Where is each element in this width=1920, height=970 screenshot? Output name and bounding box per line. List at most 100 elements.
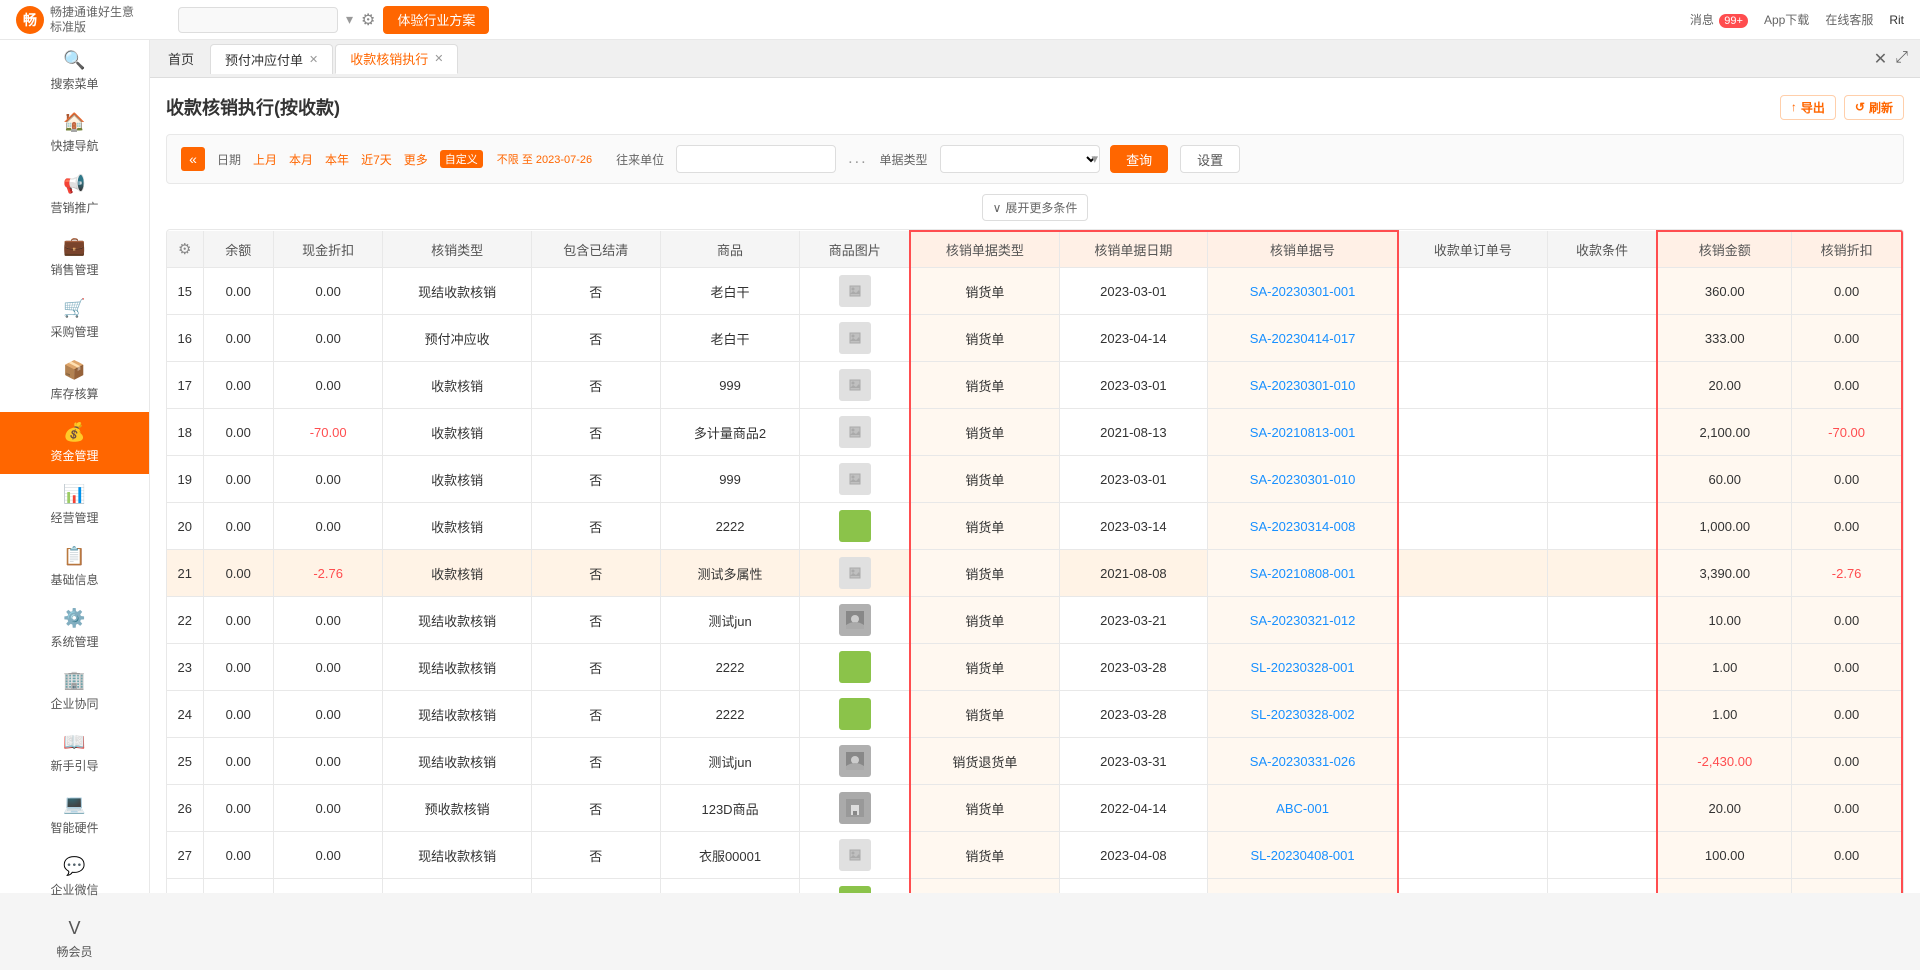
writeoff-order-type-val: 销货单 xyxy=(910,550,1059,597)
writeoff-no-val[interactable]: SA-20230301-010 xyxy=(1208,456,1398,503)
order-type-select[interactable]: 销货单 销货退货单 xyxy=(940,145,1100,173)
sidebar-item-corp[interactable]: 🏢 企业协同 xyxy=(0,660,149,722)
writeoff-no-val[interactable]: SL-20230418-001 xyxy=(1208,879,1398,894)
logo-icon: 畅 xyxy=(16,6,44,34)
row-number: 21 xyxy=(167,550,203,597)
writeoff-date-val: 2021-08-08 xyxy=(1059,550,1207,597)
cash-discount-val: 0.00 xyxy=(273,879,382,894)
include-settled-val: 否 xyxy=(531,268,660,315)
this-year-link[interactable]: 本年 xyxy=(325,151,349,168)
writeoff-no-val[interactable]: SL-20230328-002 xyxy=(1208,691,1398,738)
query-button[interactable]: 查询 xyxy=(1110,145,1168,173)
goods-image xyxy=(839,698,871,730)
tab-prepay-label: 预付冲应付单 xyxy=(225,50,303,69)
last-7days-link[interactable]: 近7天 xyxy=(361,151,392,168)
writeoff-date-val: 2023-03-01 xyxy=(1059,362,1207,409)
th-settings[interactable]: ⚙ xyxy=(167,231,203,268)
dropdown-icon[interactable]: ▾ xyxy=(346,11,353,28)
tab-close-window[interactable]: ✕ xyxy=(1874,49,1887,69)
writeoff-type-val: 收款核销 xyxy=(383,409,531,456)
separator2: ... xyxy=(848,150,867,168)
th-writeoff-discount: 核销折扣 xyxy=(1792,231,1902,268)
sidebar-item-wechat[interactable]: 💬 企业微信 xyxy=(0,846,149,908)
settings-icon[interactable]: ⚙ xyxy=(361,10,375,30)
cash-discount-val: 0.00 xyxy=(273,691,382,738)
balance-val: 0.00 xyxy=(203,268,273,315)
setting-button[interactable]: 设置 xyxy=(1180,145,1240,173)
receipt-condition-val xyxy=(1547,362,1657,409)
sidebar-item-sales[interactable]: 💼 销售管理 xyxy=(0,226,149,288)
sidebar-item-purchase[interactable]: 🛒 采购管理 xyxy=(0,288,149,350)
sidebar-item-member[interactable]: V 畅会员 xyxy=(0,908,149,970)
writeoff-no-val[interactable]: SA-20210813-001 xyxy=(1208,409,1398,456)
writeoff-discount-val: 0.00 xyxy=(1792,503,1902,550)
writeoff-no-val[interactable]: SA-20230301-001 xyxy=(1208,268,1398,315)
refresh-btn[interactable]: ↺ 刷新 xyxy=(1844,95,1904,120)
sidebar-item-business[interactable]: 📊 经营管理 xyxy=(0,474,149,536)
writeoff-no-val[interactable]: SA-20230314-008 xyxy=(1208,503,1398,550)
more-link[interactable]: 更多 xyxy=(404,151,428,168)
sidebar-item-inventory[interactable]: 📦 库存核算 xyxy=(0,350,149,412)
writeoff-no-val[interactable]: SA-20210808-001 xyxy=(1208,550,1398,597)
last-month-link[interactable]: 上月 xyxy=(253,151,277,168)
search-input[interactable] xyxy=(178,7,338,33)
table-row: 160.000.00预付冲应收否老白干销货单2023-04-14SA-20230… xyxy=(167,315,1902,362)
sidebar-item-guide[interactable]: 📖 新手引导 xyxy=(0,722,149,784)
trial-btn[interactable]: 体验行业方案 xyxy=(383,6,489,34)
top-bar: 畅 畅捷通谁好生意 标准版 ▾ ⚙ 体验行业方案 消息 99+ App下载 在线… xyxy=(0,0,1920,40)
sidebar-label-marketing: 营销推广 xyxy=(50,199,98,216)
from-unit-input[interactable] xyxy=(676,145,836,173)
tab-home[interactable]: 首页 xyxy=(154,44,208,74)
writeoff-no-val[interactable]: SL-20230408-001 xyxy=(1208,832,1398,879)
goods-image xyxy=(839,604,871,636)
include-settled-val: 否 xyxy=(531,879,660,894)
messages-link[interactable]: 消息 99+ xyxy=(1690,11,1748,28)
custom-btn[interactable]: 自定义 xyxy=(440,150,483,168)
sidebar-label-inventory: 库存核算 xyxy=(50,385,98,402)
filter-collapse-btn[interactable]: « xyxy=(181,147,205,171)
user-label[interactable]: Rit xyxy=(1889,13,1904,27)
app-download-link[interactable]: App下载 xyxy=(1764,11,1809,28)
tab-writeoff-label: 收款核销执行 xyxy=(350,49,428,68)
writeoff-no-val[interactable]: SA-20230414-017 xyxy=(1208,315,1398,362)
receipt-order-no-val xyxy=(1398,785,1547,832)
sidebar-item-system[interactable]: ⚙️ 系统管理 xyxy=(0,598,149,660)
writeoff-no-val[interactable]: SL-20230328-001 xyxy=(1208,644,1398,691)
guide-icon: 📖 xyxy=(63,732,85,753)
include-settled-val: 否 xyxy=(531,785,660,832)
goods-img-val xyxy=(800,691,910,738)
sidebar-item-search[interactable]: 🔍 搜索菜单 xyxy=(0,40,149,102)
writeoff-date-val: 2023-03-28 xyxy=(1059,644,1207,691)
tab-prepay-close[interactable]: ✕ xyxy=(309,53,318,66)
goods-img-val xyxy=(800,409,910,456)
writeoff-discount-val: 0.00 xyxy=(1792,832,1902,879)
writeoff-amount-val: 333.00 xyxy=(1657,315,1791,362)
tab-maximize[interactable]: ⤢ xyxy=(1895,49,1908,69)
writeoff-type-val: 收款核销 xyxy=(383,456,531,503)
goods-val: 衣服00001 xyxy=(660,832,800,879)
tab-writeoff[interactable]: 收款核销执行 ✕ xyxy=(335,44,458,74)
writeoff-discount-val: -2.76 xyxy=(1792,550,1902,597)
writeoff-no-val[interactable]: SA-20230331-026 xyxy=(1208,738,1398,785)
online-service-link[interactable]: 在线客服 xyxy=(1825,11,1873,28)
table-settings-icon[interactable]: ⚙ xyxy=(178,241,191,258)
sidebar-item-marketing[interactable]: 📢 营销推广 xyxy=(0,164,149,226)
writeoff-discount-val: 0.00 xyxy=(1792,879,1902,894)
sidebar-item-basic[interactable]: 📋 基础信息 xyxy=(0,536,149,598)
sidebar-item-finance[interactable]: 💰 资金管理 xyxy=(0,412,149,474)
tab-prepay[interactable]: 预付冲应付单 ✕ xyxy=(210,44,333,74)
sales-icon: 💼 xyxy=(63,236,85,257)
writeoff-no-val[interactable]: SA-20230321-012 xyxy=(1208,597,1398,644)
sidebar-item-quicknav[interactable]: 🏠 快捷导航 xyxy=(0,102,149,164)
tab-writeoff-close[interactable]: ✕ xyxy=(434,52,443,65)
goods-val: 测试多属性 xyxy=(660,550,800,597)
writeoff-no-val[interactable]: SA-20230301-010 xyxy=(1208,362,1398,409)
sidebar-item-hardware[interactable]: 💻 智能硬件 xyxy=(0,784,149,846)
writeoff-discount-val: 0.00 xyxy=(1792,456,1902,503)
expand-conditions-btn[interactable]: ∨ 展开更多条件 xyxy=(982,194,1089,221)
this-month-link[interactable]: 本月 xyxy=(289,151,313,168)
writeoff-no-val[interactable]: ABC-001 xyxy=(1208,785,1398,832)
receipt-order-no-val xyxy=(1398,409,1547,456)
receipt-order-no-val xyxy=(1398,315,1547,362)
export-btn[interactable]: ↑ 导出 xyxy=(1780,95,1836,120)
